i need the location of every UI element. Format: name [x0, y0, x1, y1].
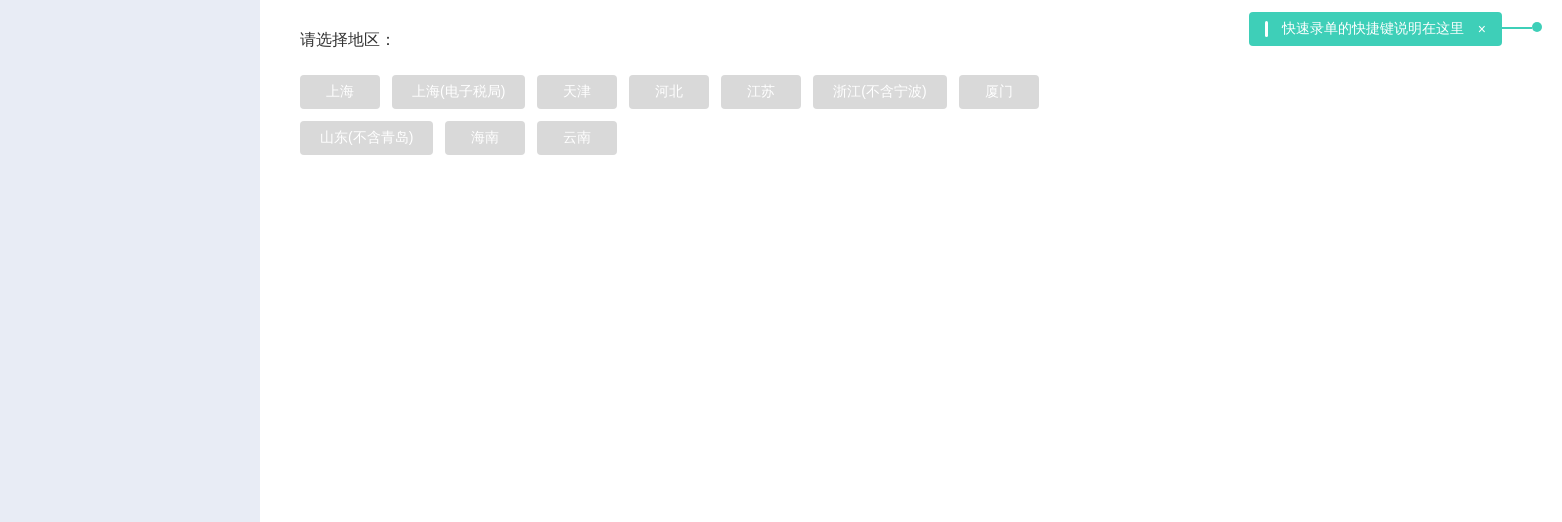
main-content: 请选择地区： 上海 上海(电子税局) 天津 河北 江苏 浙江(不含宁波) 厦门 …: [260, 0, 1562, 522]
tooltip-close-button[interactable]: ×: [1478, 21, 1486, 37]
region-btn-jiangsu[interactable]: 江苏: [721, 75, 801, 109]
tooltip-dot-indicator: [1532, 22, 1542, 32]
region-row-1: 上海 上海(电子税局) 天津 河北 江苏 浙江(不含宁波) 厦门: [300, 75, 1522, 109]
region-btn-hainan[interactable]: 海南: [445, 121, 525, 155]
region-btn-hebei[interactable]: 河北: [629, 75, 709, 109]
region-btn-yunnan[interactable]: 云南: [537, 121, 617, 155]
region-btn-zhejiang[interactable]: 浙江(不含宁波): [813, 75, 946, 109]
region-btn-xiamen[interactable]: 厦门: [959, 75, 1039, 109]
tooltip-connector: [1502, 27, 1532, 29]
region-row-2: 山东(不含青岛) 海南 云南: [300, 121, 1522, 155]
tooltip-text: 快速录单的快捷键说明在这里: [1282, 20, 1464, 38]
region-btn-shanghai-etax[interactable]: 上海(电子税局): [392, 75, 525, 109]
region-btn-shandong[interactable]: 山东(不含青岛): [300, 121, 433, 155]
sidebar: [0, 0, 260, 522]
tooltip-banner: 快速录单的快捷键说明在这里 ×: [1249, 12, 1502, 46]
region-btn-shanghai[interactable]: 上海: [300, 75, 380, 109]
region-btn-tianjin[interactable]: 天津: [537, 75, 617, 109]
